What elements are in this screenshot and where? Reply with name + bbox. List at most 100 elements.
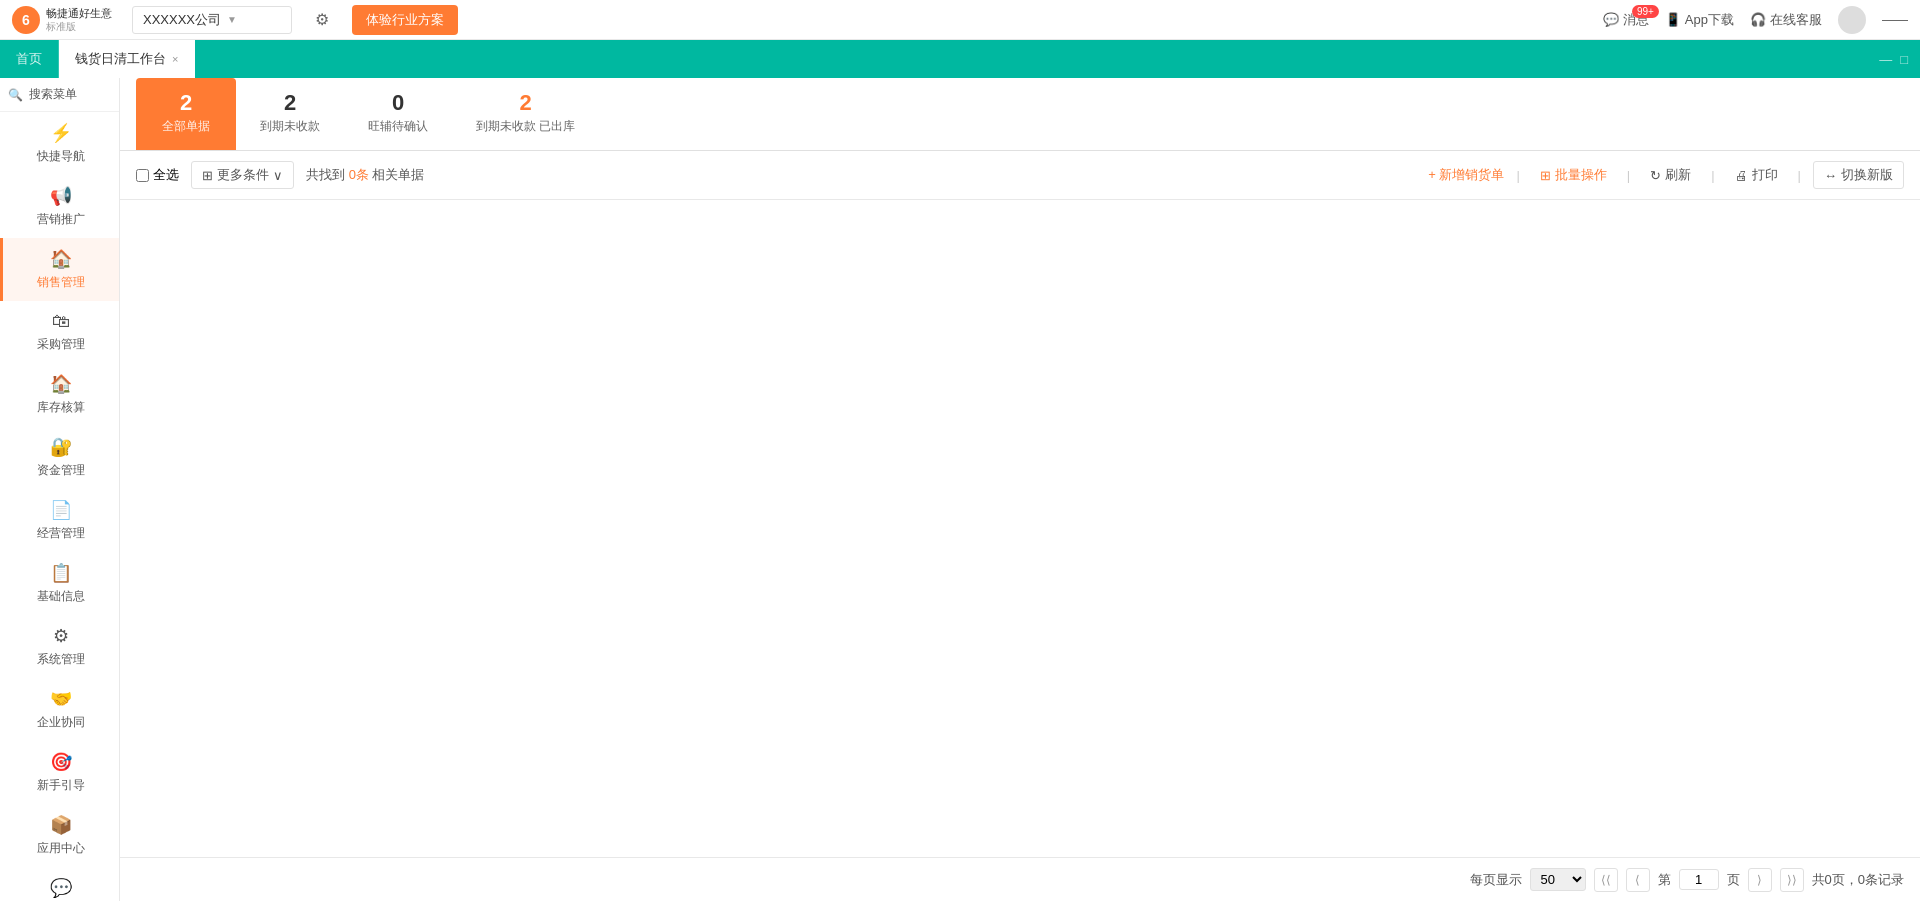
nav-tab-home[interactable]: 首页 [0, 40, 59, 78]
last-page-button[interactable]: ⟩⟩ [1780, 868, 1804, 892]
sidebar-item-label: 采购管理 [37, 336, 85, 353]
found-text: 共找到 0条 相关单据 [306, 166, 424, 184]
headset-icon: 🎧 [1750, 12, 1766, 27]
switch-new-button[interactable]: ↔ 切换新版 [1813, 161, 1904, 189]
print-icon: 🖨 [1735, 168, 1748, 183]
divider1: | [1516, 168, 1519, 183]
minimize-icon[interactable]: — [1879, 52, 1892, 67]
sidebar-item-marketing[interactable]: 📢 营销推广 [0, 175, 119, 238]
apps-icon: 📦 [50, 814, 72, 836]
sidebar-item-operation[interactable]: 📄 经营管理 [0, 489, 119, 552]
stats-tab-pending[interactable]: 0 旺辅待确认 [344, 78, 452, 150]
print-button[interactable]: 🖨 打印 [1727, 162, 1786, 188]
sidebar-item-label: 企业协同 [37, 714, 85, 731]
download-icon: 📱 [1665, 12, 1681, 27]
online-service-button[interactable]: 🎧 在线客服 [1750, 11, 1822, 29]
nav-tabs: 首页 钱货日清工作台 × — □ [0, 40, 1920, 78]
sidebar-item-quick-nav[interactable]: ⚡ 快捷导航 [0, 112, 119, 175]
sidebar-item-label: 资金管理 [37, 462, 85, 479]
search-icon: 🔍 [8, 88, 23, 102]
settings-button[interactable]: ⚙ [308, 6, 336, 34]
sidebar-item-label: 基础信息 [37, 588, 85, 605]
sidebar-item-label: 经营管理 [37, 525, 85, 542]
sidebar-item-label: 应用中心 [37, 840, 85, 857]
toolbar: 全选 ⊞ 更多条件 ∨ 共找到 0条 相关单据 + 新增销货单 | ⊞ 批量操作… [120, 151, 1920, 200]
stats-tab-overdue[interactable]: 2 到期未收款 [236, 78, 344, 150]
maximize-icon[interactable]: □ [1900, 52, 1908, 67]
dropdown-arrow-icon: ▼ [227, 14, 237, 25]
main-layout: 🔍 搜索菜单 ⚡ 快捷导航 📢 营销推广 🏠 销售管理 🛍 采购管理 🏠 库存核… [0, 78, 1920, 901]
sidebar-item-system[interactable]: ⚙ 系统管理 [0, 615, 119, 678]
avatar[interactable] [1838, 6, 1866, 34]
pagination: 每页显示 50 10 20 100 ⟨⟨ ⟨ 第 页 ⟩ ⟩⟩ 共0页，0条记录 [120, 857, 1920, 901]
stats-count-overdue: 2 [284, 90, 296, 116]
stats-tab-all[interactable]: 2 全部单据 [136, 78, 236, 150]
prev-page-button[interactable]: ⟨ [1626, 868, 1650, 892]
stats-count-pending: 0 [392, 90, 404, 116]
app-download-button[interactable]: 📱 App下载 [1665, 11, 1734, 29]
purchase-icon: 🛍 [52, 311, 70, 332]
quick-nav-icon: ⚡ [50, 122, 72, 144]
sidebar-item-label: 快捷导航 [37, 148, 85, 165]
page-size-select[interactable]: 50 10 20 100 [1530, 868, 1586, 891]
sidebar-item-newbie[interactable]: 🎯 新手引导 [0, 741, 119, 804]
new-sale-button[interactable]: + 新增销货单 [1428, 166, 1504, 184]
sidebar-item-label: 系统管理 [37, 651, 85, 668]
logo-icon: 6 [12, 6, 40, 34]
user-name[interactable]: —— [1882, 12, 1908, 27]
inventory-icon: 🏠 [50, 373, 72, 395]
nav-tab-workbench[interactable]: 钱货日清工作台 × [59, 40, 195, 78]
filter-button[interactable]: ⊞ 更多条件 ∨ [191, 161, 294, 189]
divider2: | [1627, 168, 1630, 183]
stats-tab-shipped[interactable]: 2 到期未收款 已出库 [452, 78, 599, 150]
total-text: 共0页，0条记录 [1812, 871, 1904, 889]
batch-icon: ⊞ [1540, 168, 1551, 183]
message-icon: 💬 [1603, 12, 1619, 27]
select-all-input[interactable] [136, 169, 149, 182]
page-label: 第 [1658, 871, 1671, 889]
company-selector[interactable]: XXXXXX公司 ▼ [132, 6, 292, 34]
sidebar-item-basic[interactable]: 📋 基础信息 [0, 552, 119, 615]
sidebar-item-inventory[interactable]: 🏠 库存核算 [0, 363, 119, 426]
sidebar-item-purchase[interactable]: 🛍 采购管理 [0, 301, 119, 363]
stats-label-shipped: 到期未收款 已出库 [476, 118, 575, 135]
select-all-checkbox[interactable]: 全选 [136, 166, 179, 184]
sidebar-item-wechat[interactable]: 💬 企业微信 [0, 867, 119, 901]
divider3: | [1711, 168, 1714, 183]
sidebar-item-cooperation[interactable]: 🤝 企业协同 [0, 678, 119, 741]
sidebar-search[interactable]: 🔍 搜索菜单 [0, 78, 119, 112]
system-icon: ⚙ [53, 625, 69, 647]
basic-icon: 📋 [50, 562, 72, 584]
filter-icon: ⊞ [202, 168, 213, 183]
refresh-button[interactable]: ↻ 刷新 [1642, 162, 1699, 188]
logo-text: 畅捷通好生意 标准版 [46, 6, 112, 33]
first-page-button[interactable]: ⟨⟨ [1594, 868, 1618, 892]
per-page-label: 每页显示 [1470, 871, 1522, 889]
message-button[interactable]: 💬 消息 99+ [1603, 11, 1649, 29]
message-badge: 99+ [1632, 5, 1659, 18]
main-content: 2 全部单据 2 到期未收款 0 旺辅待确认 2 到期未收款 已出库 全选 [120, 78, 1920, 901]
logo-area: 6 畅捷通好生意 标准版 [12, 6, 132, 34]
top-right: 💬 消息 99+ 📱 App下载 🎧 在线客服 —— [1603, 6, 1908, 34]
page-number-input[interactable] [1679, 869, 1719, 890]
switch-icon: ↔ [1824, 168, 1837, 183]
sidebar: 🔍 搜索菜单 ⚡ 快捷导航 📢 营销推广 🏠 销售管理 🛍 采购管理 🏠 库存核… [0, 78, 120, 901]
stats-count-shipped: 2 [520, 90, 532, 116]
batch-op-button[interactable]: ⊞ 批量操作 [1532, 162, 1615, 188]
next-page-button[interactable]: ⟩ [1748, 868, 1772, 892]
newbie-icon: 🎯 [50, 751, 72, 773]
operation-icon: 📄 [50, 499, 72, 521]
top-bar: 6 畅捷通好生意 标准版 XXXXXX公司 ▼ ⚙ 体验行业方案 💬 消息 99… [0, 0, 1920, 40]
wechat-icon: 💬 [50, 877, 72, 899]
sidebar-item-sales[interactable]: 🏠 销售管理 [0, 238, 119, 301]
close-tab-icon[interactable]: × [172, 53, 178, 65]
experience-button[interactable]: 体验行业方案 [352, 5, 458, 35]
stats-count-all: 2 [180, 90, 192, 116]
refresh-icon: ↻ [1650, 168, 1661, 183]
sidebar-item-finance[interactable]: 🔐 资金管理 [0, 426, 119, 489]
sidebar-item-apps[interactable]: 📦 应用中心 [0, 804, 119, 867]
page-suffix: 页 [1727, 871, 1740, 889]
stats-label-pending: 旺辅待确认 [368, 118, 428, 135]
sales-icon: 🏠 [50, 248, 72, 270]
sidebar-item-label: 销售管理 [37, 274, 85, 291]
